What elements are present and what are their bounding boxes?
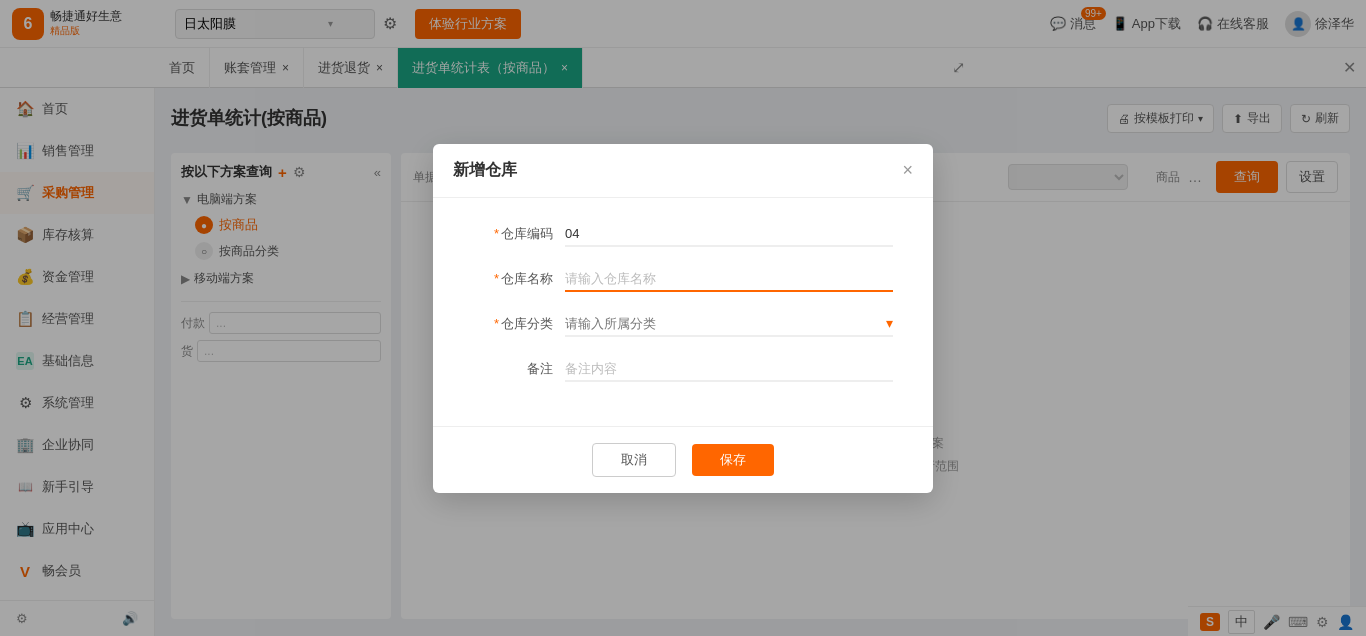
warehouse-name-input[interactable] [565, 267, 893, 292]
category-dropdown-icon[interactable]: ▾ [886, 315, 893, 331]
dialog: 新增仓库 × *仓库编码 *仓库名称 *仓库分类 [433, 144, 933, 493]
form-row-name: *仓库名称 [473, 267, 893, 292]
cancel-button[interactable]: 取消 [592, 443, 676, 477]
warehouse-code-input[interactable] [565, 222, 893, 247]
form-remark-label: 备注 [473, 360, 553, 378]
warehouse-remark-input[interactable] [565, 357, 893, 382]
dialog-footer: 取消 保存 [433, 426, 933, 493]
form-category-label: *仓库分类 [473, 315, 553, 333]
dialog-overlay: 新增仓库 × *仓库编码 *仓库名称 *仓库分类 [0, 0, 1366, 636]
form-row-remark: 备注 [473, 357, 893, 382]
form-row-code: *仓库编码 [473, 222, 893, 247]
dialog-title: 新增仓库 [453, 160, 517, 181]
form-code-label: *仓库编码 [473, 225, 553, 243]
form-row-category: *仓库分类 ▾ [473, 312, 893, 337]
dialog-close-button[interactable]: × [902, 161, 913, 179]
warehouse-category-input[interactable] [565, 312, 886, 335]
dialog-header: 新增仓库 × [433, 144, 933, 198]
dialog-body: *仓库编码 *仓库名称 *仓库分类 ▾ [433, 198, 933, 426]
category-select-wrapper[interactable]: ▾ [565, 312, 893, 337]
form-name-label: *仓库名称 [473, 270, 553, 288]
save-button[interactable]: 保存 [692, 444, 774, 476]
